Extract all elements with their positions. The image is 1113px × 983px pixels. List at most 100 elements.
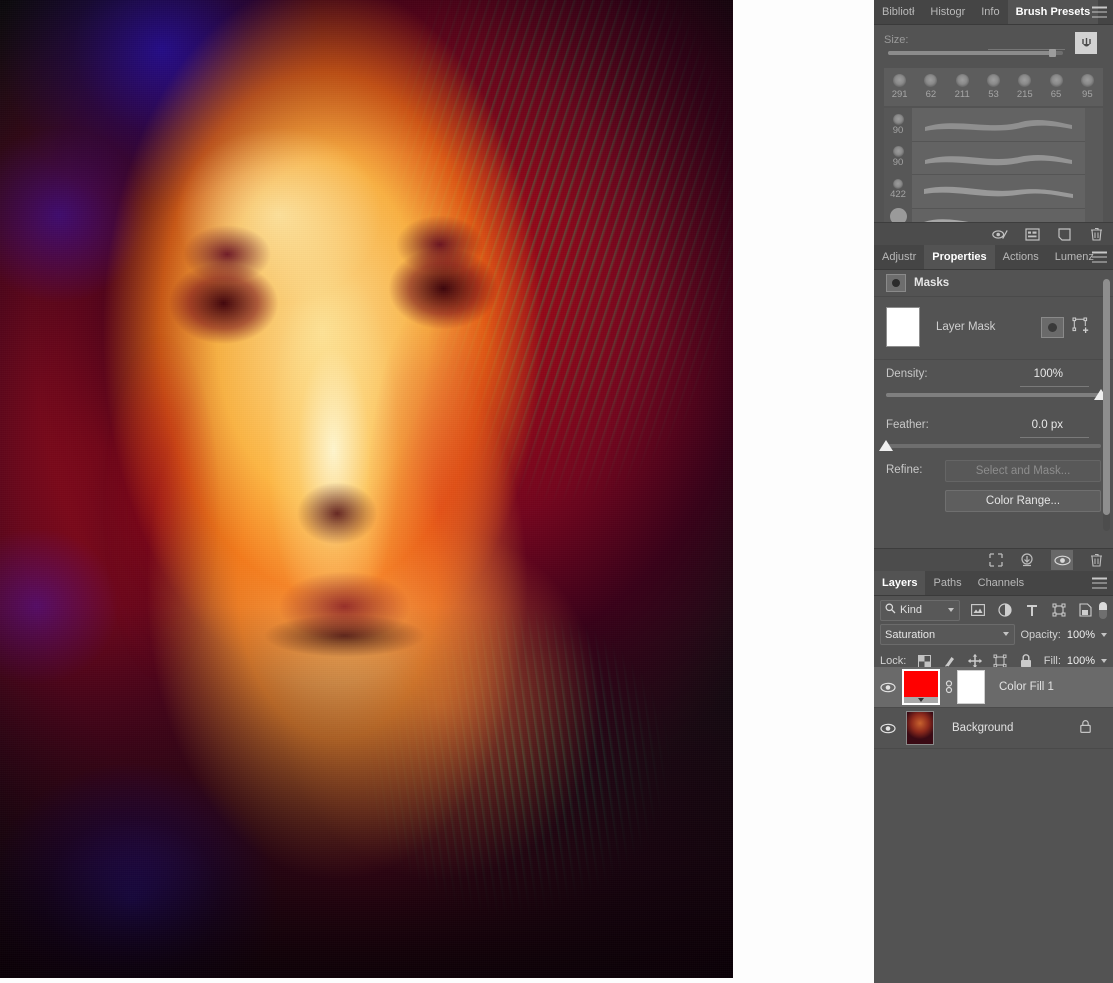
chevron-down-icon[interactable] bbox=[948, 607, 955, 612]
layer-visibility-toggle[interactable] bbox=[874, 682, 902, 693]
layer-filter-kind-label: Kind bbox=[900, 604, 923, 616]
brush-preset-chip[interactable]: 291 bbox=[884, 68, 915, 106]
layer-row-background[interactable]: Background bbox=[874, 708, 1113, 749]
brush-stroke-preview[interactable] bbox=[912, 108, 1085, 142]
brush-size-value: 90 bbox=[892, 157, 904, 168]
apply-mask-icon[interactable] bbox=[1019, 552, 1037, 568]
brush-preset-list[interactable]: 90 90 422 30 bbox=[884, 108, 1103, 242]
delete-mask-icon[interactable] bbox=[1087, 552, 1105, 568]
tab-brush-presets[interactable]: Brush Presets bbox=[1007, 0, 1099, 24]
brush-dot-icon bbox=[1049, 74, 1063, 87]
color-range-button[interactable]: Color Range... bbox=[945, 490, 1101, 512]
toggle-brush-preview-icon[interactable] bbox=[991, 226, 1009, 242]
brush-preset-chip[interactable]: 62 bbox=[915, 68, 946, 106]
document-image[interactable] bbox=[0, 0, 733, 978]
tab-label: Lumenz bbox=[1054, 251, 1094, 263]
hamburger-menu-icon[interactable] bbox=[1092, 251, 1107, 263]
brush-preset-chip[interactable]: 211 bbox=[947, 68, 978, 106]
brush-dot-icon bbox=[986, 74, 1000, 87]
layer-name[interactable]: Color Fill 1 bbox=[999, 681, 1054, 693]
layer-thumbnail-solid-color[interactable] bbox=[902, 669, 940, 705]
brush-dot-icon bbox=[892, 113, 904, 125]
tab-label: Paths bbox=[933, 577, 962, 589]
brush-preset-item[interactable]: 90 bbox=[884, 141, 912, 174]
filter-smart-object-layers-icon[interactable] bbox=[1078, 603, 1093, 618]
filter-shape-layers-icon[interactable] bbox=[1051, 603, 1066, 618]
pixel-mask-icon bbox=[886, 274, 906, 292]
layer-filter-row: Kind bbox=[874, 596, 1113, 621]
brush-preset-item[interactable]: 422 bbox=[884, 173, 912, 206]
tab-paths[interactable]: Paths bbox=[925, 571, 969, 595]
hamburger-menu-icon[interactable] bbox=[1092, 6, 1107, 18]
fill-label: Fill: bbox=[1043, 655, 1061, 667]
vector-mask-icon[interactable] bbox=[1071, 316, 1091, 338]
brush-preset-chip[interactable]: 65 bbox=[1040, 68, 1071, 106]
filter-adjustment-layers-icon[interactable] bbox=[997, 603, 1012, 618]
layer-thumbnail-image[interactable] bbox=[906, 711, 934, 745]
layer-filter-kind-select[interactable]: Kind bbox=[880, 599, 961, 621]
pixel-mask-icon[interactable] bbox=[1041, 316, 1064, 338]
brush-dot-icon bbox=[893, 179, 903, 189]
blend-mode-select[interactable]: Saturation bbox=[880, 624, 1015, 645]
brush-dot-icon bbox=[892, 146, 904, 157]
brush-preset-chip[interactable]: 53 bbox=[978, 68, 1009, 106]
link-mask-icon[interactable] bbox=[944, 680, 953, 694]
filter-enable-toggle[interactable] bbox=[1099, 601, 1107, 619]
tab-label: Bibliotł bbox=[882, 6, 915, 18]
brush-size-value: 211 bbox=[954, 89, 970, 100]
select-and-mask-button[interactable]: Select and Mask... bbox=[945, 460, 1101, 482]
properties-scrollbar-thumb[interactable] bbox=[1103, 279, 1110, 515]
brush-tool-icon[interactable] bbox=[1075, 32, 1097, 54]
brush-dot-icon bbox=[1080, 74, 1094, 87]
tab-bibliotek[interactable]: Bibliotł bbox=[874, 0, 922, 24]
density-control[interactable]: Density: 100% bbox=[874, 360, 1113, 400]
tab-properties[interactable]: Properties bbox=[924, 245, 995, 269]
layer-mask-row[interactable]: Layer Mask bbox=[874, 297, 1113, 360]
filter-pixel-layers-icon[interactable] bbox=[970, 603, 985, 618]
brush-stroke-preview[interactable] bbox=[912, 175, 1085, 209]
tab-adjustments[interactable]: Adjustr bbox=[874, 245, 924, 269]
brush-size-slider[interactable] bbox=[888, 49, 1063, 57]
layer-visibility-toggle[interactable] bbox=[874, 723, 902, 734]
filter-type-layers-icon[interactable] bbox=[1024, 603, 1039, 618]
opacity-value[interactable]: 100% bbox=[1067, 629, 1095, 641]
brush-stroke-preview[interactable] bbox=[912, 142, 1085, 175]
tab-label: Brush Presets bbox=[1015, 6, 1091, 18]
new-brush-icon[interactable] bbox=[1055, 226, 1073, 242]
hamburger-menu-icon[interactable] bbox=[1092, 577, 1107, 589]
feather-control[interactable]: Feather: 0.0 px bbox=[874, 397, 1113, 451]
tab-histogram[interactable]: Histogr bbox=[922, 0, 973, 24]
fill-chevron-down-icon[interactable] bbox=[1101, 659, 1108, 663]
layer-mask-thumbnail[interactable] bbox=[886, 307, 920, 347]
feather-label: Feather: bbox=[886, 419, 929, 431]
layers-list: Color Fill 1 Background bbox=[874, 667, 1113, 959]
tab-layers[interactable]: Layers bbox=[874, 571, 926, 595]
tab-channels[interactable]: Channels bbox=[970, 571, 1032, 595]
layer-row-color-fill-1[interactable]: Color Fill 1 bbox=[874, 667, 1113, 708]
tab-info[interactable]: Info bbox=[973, 0, 1007, 24]
toggle-mask-visibility-icon[interactable] bbox=[1051, 550, 1073, 570]
tab-actions[interactable]: Actions bbox=[995, 245, 1047, 269]
properties-panel-footer bbox=[874, 548, 1113, 571]
properties-scrollbar[interactable] bbox=[1103, 279, 1110, 531]
chevron-down-icon[interactable] bbox=[1002, 632, 1009, 636]
fill-value[interactable]: 100% bbox=[1067, 655, 1095, 667]
brush-preset-item[interactable]: 90 bbox=[884, 108, 912, 141]
lock-all-icon[interactable] bbox=[1080, 720, 1091, 736]
brush-preset-chip[interactable]: 215 bbox=[1009, 68, 1040, 106]
feather-value[interactable]: 0.0 px bbox=[1032, 419, 1101, 431]
canvas-area[interactable] bbox=[0, 0, 874, 983]
brush-panel-icon[interactable] bbox=[1023, 226, 1041, 242]
density-value[interactable]: 100% bbox=[1034, 368, 1101, 380]
brush-list-gutter bbox=[1085, 108, 1103, 238]
brush-size-slider-knob[interactable] bbox=[1049, 49, 1056, 57]
brush-preset-chip[interactable]: 95 bbox=[1072, 68, 1103, 106]
delete-brush-icon[interactable] bbox=[1087, 226, 1105, 242]
layer-mask-thumbnail[interactable] bbox=[957, 670, 985, 704]
brush-stroke-previews[interactable] bbox=[912, 108, 1085, 242]
brush-preset-strip[interactable]: 291 62 211 53 215 65 95 bbox=[884, 68, 1103, 106]
tab-label: Histogr bbox=[930, 6, 966, 18]
load-selection-from-mask-icon[interactable] bbox=[987, 552, 1005, 568]
layer-name[interactable]: Background bbox=[952, 722, 1013, 734]
opacity-chevron-down-icon[interactable] bbox=[1101, 632, 1107, 637]
